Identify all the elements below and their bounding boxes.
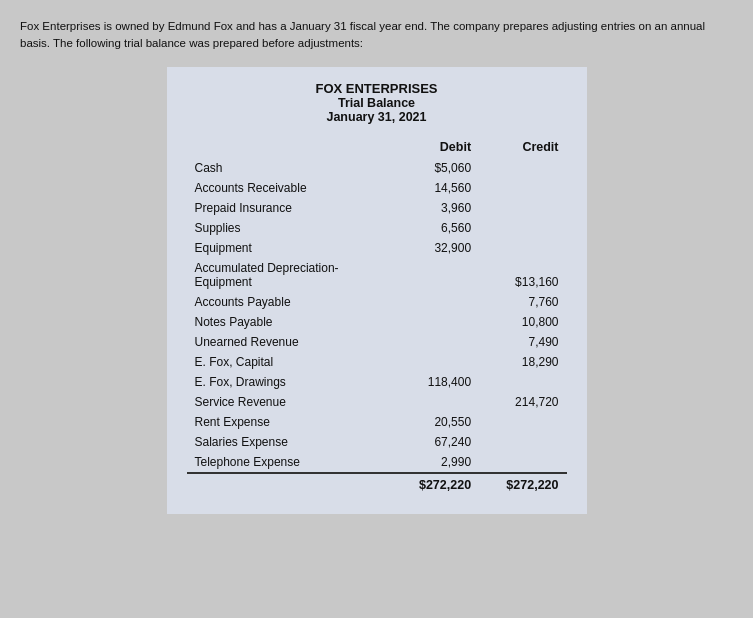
debit-cell: [396, 392, 480, 412]
account-cell: Accumulated Depreciation-Equipment: [187, 258, 396, 292]
total-debit: $272,220: [396, 473, 480, 496]
credit-cell: 18,290: [479, 352, 566, 372]
credit-cell: [479, 238, 566, 258]
account-cell: Salaries Expense: [187, 432, 396, 452]
account-cell: Prepaid Insurance: [187, 198, 396, 218]
company-name: FOX ENTERPRISES: [187, 81, 567, 96]
table-row: Accounts Payable 7,760: [187, 292, 567, 312]
credit-cell: 10,800: [479, 312, 566, 332]
debit-header: Debit: [396, 136, 480, 158]
debit-cell: [396, 332, 480, 352]
account-cell: Rent Expense: [187, 412, 396, 432]
debit-cell: 6,560: [396, 218, 480, 238]
table-row: Telephone Expense2,990: [187, 452, 567, 473]
debit-cell: 2,990: [396, 452, 480, 473]
trial-balance-table: Debit Credit Cash$5,060Accounts Receivab…: [187, 136, 567, 496]
table-row: Notes Payable 10,800: [187, 312, 567, 332]
credit-cell: $13,160: [479, 258, 566, 292]
debit-cell: $5,060: [396, 158, 480, 178]
credit-cell: [479, 218, 566, 238]
account-cell: Supplies: [187, 218, 396, 238]
account-cell: Equipment: [187, 238, 396, 258]
debit-cell: [396, 312, 480, 332]
credit-cell: 7,760: [479, 292, 566, 312]
credit-cell: [479, 178, 566, 198]
credit-cell: [479, 432, 566, 452]
credit-header: Credit: [479, 136, 566, 158]
page-wrapper: Fox Enterprises is owned by Edmund Fox a…: [20, 18, 733, 514]
debit-cell: 20,550: [396, 412, 480, 432]
account-cell: Accounts Receivable: [187, 178, 396, 198]
table-row: Accounts Receivable14,560: [187, 178, 567, 198]
table-row: Service Revenue 214,720: [187, 392, 567, 412]
debit-cell: 14,560: [396, 178, 480, 198]
table-row: E. Fox, Capital 18,290: [187, 352, 567, 372]
debit-cell: 32,900: [396, 238, 480, 258]
credit-cell: [479, 158, 566, 178]
intro-paragraph: Fox Enterprises is owned by Edmund Fox a…: [20, 18, 733, 53]
date-label: January 31, 2021: [187, 110, 567, 124]
account-cell: Telephone Expense: [187, 452, 396, 473]
company-header: FOX ENTERPRISES Trial Balance January 31…: [187, 81, 567, 124]
debit-cell: [396, 258, 480, 292]
debit-cell: 67,240: [396, 432, 480, 452]
debit-cell: 3,960: [396, 198, 480, 218]
table-row: Cash$5,060: [187, 158, 567, 178]
credit-cell: [479, 198, 566, 218]
account-cell: Cash: [187, 158, 396, 178]
table-row: Supplies6,560: [187, 218, 567, 238]
table-row: Salaries Expense67,240: [187, 432, 567, 452]
account-cell: Unearned Revenue: [187, 332, 396, 352]
total-credit: $272,220: [479, 473, 566, 496]
credit-cell: 7,490: [479, 332, 566, 352]
account-cell: Accounts Payable: [187, 292, 396, 312]
debit-cell: 118,400: [396, 372, 480, 392]
credit-cell: 214,720: [479, 392, 566, 412]
account-cell: Service Revenue: [187, 392, 396, 412]
table-row: Rent Expense20,550: [187, 412, 567, 432]
credit-cell: [479, 452, 566, 473]
debit-cell: [396, 352, 480, 372]
table-row: E. Fox, Drawings118,400: [187, 372, 567, 392]
account-cell: E. Fox, Capital: [187, 352, 396, 372]
table-row: Accumulated Depreciation-Equipment $13,16…: [187, 258, 567, 292]
trial-balance-label: Trial Balance: [187, 96, 567, 110]
account-cell: E. Fox, Drawings: [187, 372, 396, 392]
table-row: Equipment32,900: [187, 238, 567, 258]
table-row: Unearned Revenue 7,490: [187, 332, 567, 352]
credit-cell: [479, 412, 566, 432]
debit-cell: [396, 292, 480, 312]
table-row: Prepaid Insurance3,960: [187, 198, 567, 218]
account-header: [187, 136, 396, 158]
trial-balance-container: FOX ENTERPRISES Trial Balance January 31…: [167, 67, 587, 514]
account-cell: Notes Payable: [187, 312, 396, 332]
credit-cell: [479, 372, 566, 392]
totals-label: [187, 473, 396, 496]
